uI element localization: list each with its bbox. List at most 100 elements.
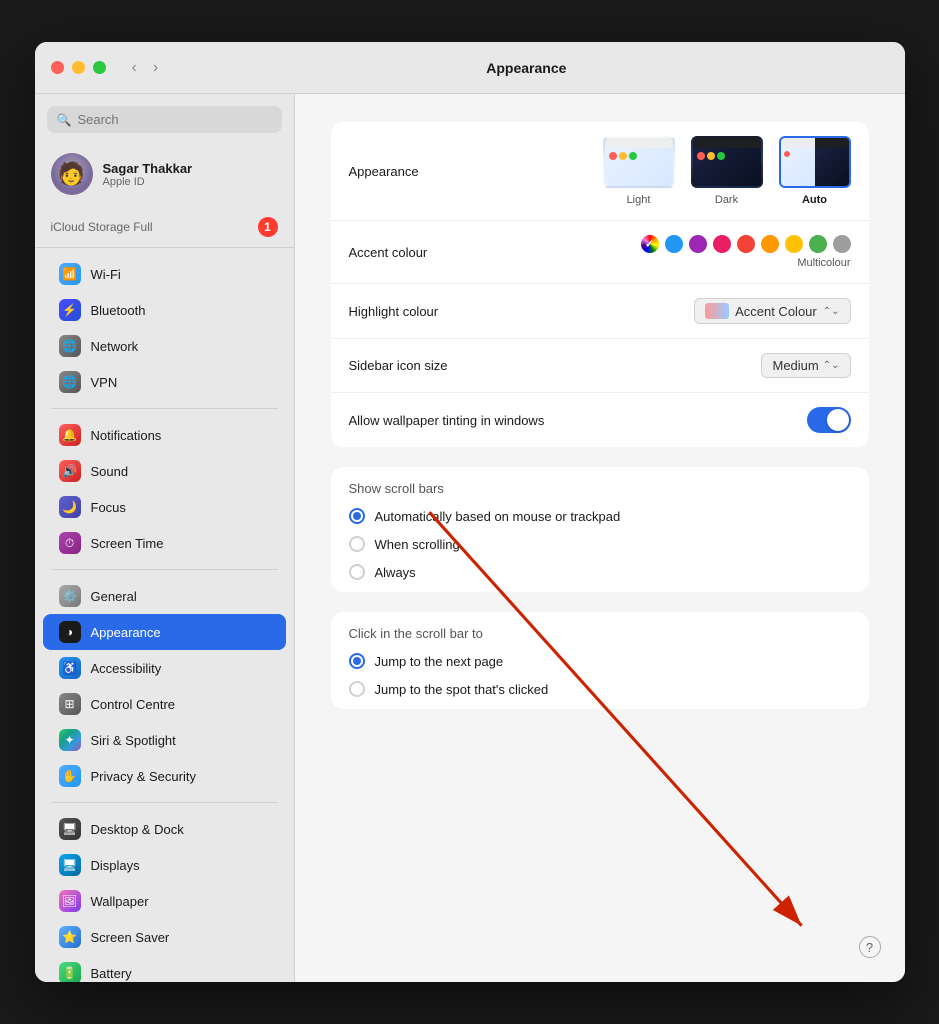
accent-orange[interactable] <box>761 235 779 253</box>
avatar: 🧑 <box>51 153 93 195</box>
sidebar-item-wallpaper[interactable]: 🖼 Wallpaper <box>43 883 286 919</box>
dot-green-d <box>717 152 725 160</box>
click-scroll-group: Click in the scroll bar to Jump to the n… <box>331 612 869 709</box>
sidebar-item-accessibility[interactable]: ♿ Accessibility <box>43 650 286 686</box>
accent-blue[interactable] <box>665 235 683 253</box>
appearance-dark[interactable]: Dark <box>691 136 763 206</box>
focus-icon: 🌙 <box>59 496 81 518</box>
sidebar-item-displays[interactable]: 🖥 Displays <box>43 847 286 883</box>
sidebar-item-network-label: Network <box>91 339 139 354</box>
sidebar-icon-size-label: Sidebar icon size <box>349 358 448 373</box>
sidebar-item-screentime[interactable]: ⏱ Screen Time <box>43 525 286 561</box>
highlight-colour-label: Highlight colour <box>349 304 439 319</box>
close-button[interactable] <box>51 61 64 74</box>
sidebar-item-vpn[interactable]: 🌐 VPN <box>43 364 286 400</box>
forward-button[interactable]: › <box>147 57 164 79</box>
bluetooth-icon: ⚡ <box>59 299 81 321</box>
scroll-auto-label: Automatically based on mouse or trackpad <box>375 509 621 524</box>
sound-icon: 🔊 <box>59 460 81 482</box>
click-spot-radio[interactable] <box>349 681 365 697</box>
highlight-colour-control: Accent Colour ⌃⌄ <box>694 298 850 324</box>
wifi-icon: 📶 <box>59 263 81 285</box>
accent-colour-label: Accent colour <box>349 245 428 260</box>
click-next-radio[interactable] <box>349 653 365 669</box>
scroll-when-row[interactable]: When scrolling <box>331 530 869 558</box>
back-button[interactable]: ‹ <box>126 57 143 79</box>
dot-yellow <box>619 152 627 160</box>
help-button[interactable]: ? <box>859 936 881 958</box>
minimize-button[interactable] <box>72 61 85 74</box>
sidebar-item-privacy[interactable]: ✋ Privacy & Security <box>43 758 286 794</box>
user-info: Sagar Thakkar Apple ID <box>103 161 193 188</box>
general-icon: ⚙️ <box>59 585 81 607</box>
accent-red[interactable] <box>737 235 755 253</box>
accent-purple[interactable] <box>689 235 707 253</box>
dark-thumbnail <box>691 136 763 188</box>
wallpaper-tinting-label: Allow wallpaper tinting in windows <box>349 413 545 428</box>
scroll-auto-radio[interactable] <box>349 508 365 524</box>
click-spot-label: Jump to the spot that's clicked <box>375 682 549 697</box>
highlight-pill[interactable]: Accent Colour ⌃⌄ <box>694 298 850 324</box>
sidebar-item-screensaver[interactable]: ⭐ Screen Saver <box>43 919 286 955</box>
sidebar-item-focus[interactable]: 🌙 Focus <box>43 489 286 525</box>
screentime-icon: ⏱ <box>59 532 81 554</box>
sidebar-item-notifications-label: Notifications <box>91 428 162 443</box>
icloud-row[interactable]: iCloud Storage Full 1 <box>35 211 294 248</box>
sidebar-item-battery[interactable]: 🔋 Battery <box>43 955 286 982</box>
sidebar-item-desktop-label: Desktop & Dock <box>91 822 184 837</box>
appearance-auto[interactable]: Auto <box>779 136 851 206</box>
appearance-row: Appearance <box>331 122 869 221</box>
highlight-dropdown-arrow: ⌃⌄ <box>823 306 840 317</box>
divider-3 <box>51 802 278 803</box>
toggle-knob <box>827 409 849 431</box>
displays-icon: 🖥 <box>59 854 81 876</box>
dot-red <box>609 152 617 160</box>
click-next-row[interactable]: Jump to the next page <box>331 647 869 675</box>
scroll-when-radio[interactable] <box>349 536 365 552</box>
sidebar-item-network[interactable]: 🌐 Network <box>43 328 286 364</box>
search-input[interactable] <box>77 112 271 127</box>
sidebar-item-bluetooth[interactable]: ⚡ Bluetooth <box>43 292 286 328</box>
desktop-icon: 🖥 <box>59 818 81 840</box>
wallpaper-tinting-control <box>807 407 851 433</box>
appearance-icon: ◑ <box>59 621 81 643</box>
sidebar-item-desktop[interactable]: 🖥 Desktop & Dock <box>43 811 286 847</box>
sidebar-item-general[interactable]: ⚙️ General <box>43 578 286 614</box>
accent-colour-row: Accent colour <box>331 221 869 284</box>
sidebar-item-siri[interactable]: ✦ Siri & Spotlight <box>43 722 286 758</box>
sidebar-item-wifi-label: Wi-Fi <box>91 267 121 282</box>
scroll-auto-row[interactable]: Automatically based on mouse or trackpad <box>331 502 869 530</box>
sidebar-item-wallpaper-label: Wallpaper <box>91 894 149 909</box>
accent-green[interactable] <box>809 235 827 253</box>
accent-yellow[interactable] <box>785 235 803 253</box>
search-box[interactable]: 🔍 <box>47 106 282 133</box>
sidebar-section-system: 🔔 Notifications 🔊 Sound 🌙 Focus <box>35 417 294 561</box>
appearance-options: Light <box>603 136 851 206</box>
sidebar-icon-stepper[interactable]: Medium ⌃⌄ <box>761 353 850 378</box>
user-profile[interactable]: 🧑 Sagar Thakkar Apple ID <box>35 145 294 203</box>
appearance-light[interactable]: Light <box>603 136 675 206</box>
sidebar-icon-size-control: Medium ⌃⌄ <box>761 353 850 378</box>
sidebar-item-sound-label: Sound <box>91 464 129 479</box>
system-preferences-window: ‹ › Appearance 🔍 🧑 Sagar Thakkar <box>35 42 905 982</box>
accent-gray[interactable] <box>833 235 851 253</box>
sidebar-item-wifi[interactable]: 📶 Wi-Fi <box>43 256 286 292</box>
accent-multicolor[interactable] <box>641 235 659 253</box>
vpn-icon: 🌐 <box>59 371 81 393</box>
accent-pink[interactable] <box>713 235 731 253</box>
sidebar: 🔍 🧑 Sagar Thakkar Apple ID iCloud Storag… <box>35 94 295 982</box>
maximize-button[interactable] <box>93 61 106 74</box>
accent-colour-control: Multicolour <box>641 235 851 269</box>
click-spot-row[interactable]: Jump to the spot that's clicked <box>331 675 869 709</box>
appearance-label: Appearance <box>349 164 419 179</box>
sidebar-item-controlcentre[interactable]: ⊞ Control Centre <box>43 686 286 722</box>
sidebar-item-vpn-label: VPN <box>91 375 118 390</box>
wallpaper-tinting-toggle[interactable] <box>807 407 851 433</box>
scroll-always-row[interactable]: Always <box>331 558 869 592</box>
scroll-always-radio[interactable] <box>349 564 365 580</box>
sidebar-item-sound[interactable]: 🔊 Sound <box>43 453 286 489</box>
sidebar-item-appearance[interactable]: ◑ Appearance <box>43 614 286 650</box>
sidebar-item-notifications[interactable]: 🔔 Notifications <box>43 417 286 453</box>
network-icon: 🌐 <box>59 335 81 357</box>
search-icon: 🔍 <box>57 113 72 127</box>
